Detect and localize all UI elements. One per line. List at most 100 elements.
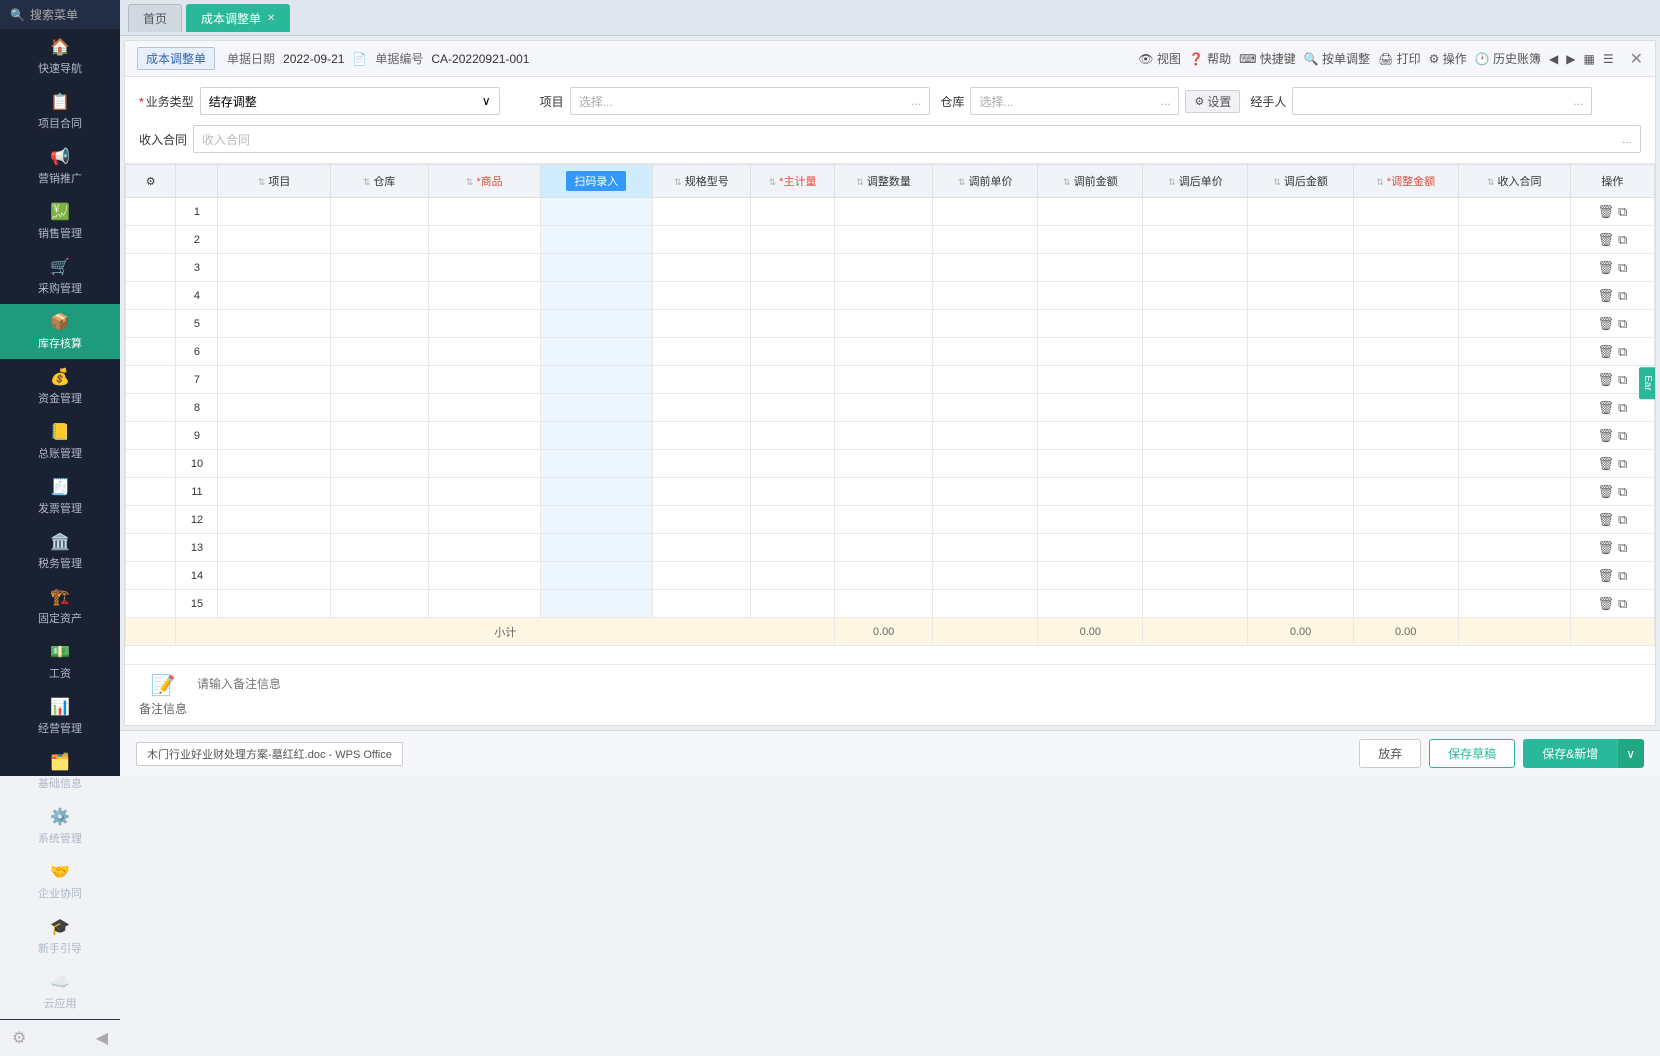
row-income-contract-12[interactable] — [1458, 506, 1570, 534]
action-shortcut[interactable]: ⌨ 快捷键 — [1239, 50, 1296, 67]
row-project-7[interactable] — [218, 366, 330, 394]
row-spec-13[interactable] — [652, 534, 750, 562]
row-after-price-11[interactable] — [1143, 478, 1248, 506]
sidebar-item-quick-nav[interactable]: 🏠 快速导航 — [0, 29, 120, 84]
row-delete-6[interactable]: 🗑 — [1598, 344, 1615, 360]
row-check-8[interactable] — [126, 394, 176, 422]
row-qty-5[interactable] — [835, 310, 933, 338]
row-after-price-12[interactable] — [1143, 506, 1248, 534]
row-income-contract-14[interactable] — [1458, 562, 1570, 590]
save-new-button[interactable]: 保存&新增 — [1523, 739, 1617, 768]
row-copy-5[interactable]: ⧉ — [1618, 316, 1627, 332]
row-product-14[interactable] — [428, 562, 540, 590]
row-before-price-5[interactable] — [933, 310, 1038, 338]
row-project-15[interactable] — [218, 590, 330, 618]
row-after-amount-14[interactable] — [1248, 562, 1353, 590]
row-before-amount-14[interactable] — [1038, 562, 1143, 590]
row-check-14[interactable] — [126, 562, 176, 590]
row-project-9[interactable] — [218, 422, 330, 450]
warehouse-input[interactable]: 选择... ... — [970, 87, 1179, 115]
row-spec-5[interactable] — [652, 310, 750, 338]
taskbar-item[interactable]: 木门行业好业财处理方案-墓红红.doc - WPS Office — [136, 742, 403, 766]
row-copy-13[interactable]: ⧉ — [1618, 540, 1627, 556]
row-qty-10[interactable] — [835, 450, 933, 478]
row-product-4[interactable] — [428, 282, 540, 310]
col-header-qty[interactable]: ⇅ 调整数量 — [835, 165, 933, 198]
window-close-button[interactable]: ✕ — [1630, 49, 1643, 69]
row-warehouse-8[interactable] — [330, 394, 428, 422]
row-before-price-9[interactable] — [933, 422, 1038, 450]
row-delete-10[interactable]: 🗑 — [1598, 456, 1615, 472]
sidebar-item-guide[interactable]: 🎓 新手引导 — [0, 909, 120, 964]
row-before-price-6[interactable] — [933, 338, 1038, 366]
row-copy-12[interactable]: ⧉ — [1618, 512, 1627, 528]
row-scan-15[interactable] — [540, 590, 652, 618]
tab-home[interactable]: 首页 — [128, 4, 182, 32]
row-before-price-11[interactable] — [933, 478, 1038, 506]
row-project-2[interactable] — [218, 226, 330, 254]
income-contract-input[interactable]: 收入合同 ... — [193, 125, 1641, 153]
row-delete-2[interactable]: 🗑 — [1598, 232, 1615, 248]
row-check-1[interactable] — [126, 198, 176, 226]
row-qty-7[interactable] — [835, 366, 933, 394]
row-after-amount-8[interactable] — [1248, 394, 1353, 422]
row-product-5[interactable] — [428, 310, 540, 338]
row-after-amount-15[interactable] — [1248, 590, 1353, 618]
row-scan-5[interactable] — [540, 310, 652, 338]
row-qty-9[interactable] — [835, 422, 933, 450]
row-warehouse-3[interactable] — [330, 254, 428, 282]
row-adjust-amount-10[interactable] — [1353, 450, 1458, 478]
row-before-amount-4[interactable] — [1038, 282, 1143, 310]
row-scan-13[interactable] — [540, 534, 652, 562]
row-unit-1[interactable] — [750, 198, 834, 226]
row-spec-7[interactable] — [652, 366, 750, 394]
row-copy-1[interactable]: ⧉ — [1618, 204, 1627, 220]
row-copy-15[interactable]: ⧉ — [1618, 596, 1627, 612]
sidebar-item-cooperation[interactable]: 🤝 企业协同 — [0, 854, 120, 909]
row-income-contract-11[interactable] — [1458, 478, 1570, 506]
row-unit-13[interactable] — [750, 534, 834, 562]
row-check-12[interactable] — [126, 506, 176, 534]
row-adjust-amount-8[interactable] — [1353, 394, 1458, 422]
row-scan-12[interactable] — [540, 506, 652, 534]
row-before-amount-3[interactable] — [1038, 254, 1143, 282]
business-type-select[interactable]: 结存调整 ∨ — [200, 87, 500, 115]
row-scan-7[interactable] — [540, 366, 652, 394]
col-header-project[interactable]: ⇅ 项目 — [218, 165, 330, 198]
row-adjust-amount-13[interactable] — [1353, 534, 1458, 562]
row-scan-10[interactable] — [540, 450, 652, 478]
row-after-amount-13[interactable] — [1248, 534, 1353, 562]
row-spec-15[interactable] — [652, 590, 750, 618]
sidebar-item-salary[interactable]: 💵 工资 — [0, 634, 120, 689]
row-adjust-amount-7[interactable] — [1353, 366, 1458, 394]
row-scan-8[interactable] — [540, 394, 652, 422]
row-copy-9[interactable]: ⧉ — [1618, 428, 1627, 444]
row-unit-9[interactable] — [750, 422, 834, 450]
action-history[interactable]: 🕐 历史账簿 — [1475, 50, 1541, 67]
sidebar-item-purchase-management[interactable]: 🛒 采购管理 — [0, 249, 120, 304]
row-adjust-amount-4[interactable] — [1353, 282, 1458, 310]
row-qty-1[interactable] — [835, 198, 933, 226]
row-adjust-amount-3[interactable] — [1353, 254, 1458, 282]
col-header-before-amount[interactable]: ⇅ 调前金额 — [1038, 165, 1143, 198]
row-after-amount-4[interactable] — [1248, 282, 1353, 310]
row-product-15[interactable] — [428, 590, 540, 618]
row-after-price-8[interactable] — [1143, 394, 1248, 422]
row-product-8[interactable] — [428, 394, 540, 422]
row-project-11[interactable] — [218, 478, 330, 506]
row-product-2[interactable] — [428, 226, 540, 254]
row-qty-13[interactable] — [835, 534, 933, 562]
action-help[interactable]: ❓ 帮助 — [1189, 50, 1231, 67]
row-spec-8[interactable] — [652, 394, 750, 422]
row-spec-6[interactable] — [652, 338, 750, 366]
row-qty-15[interactable] — [835, 590, 933, 618]
row-adjust-amount-2[interactable] — [1353, 226, 1458, 254]
row-after-amount-5[interactable] — [1248, 310, 1353, 338]
row-check-3[interactable] — [126, 254, 176, 282]
col-header-warehouse[interactable]: ⇅ 仓库 — [330, 165, 428, 198]
row-check-13[interactable] — [126, 534, 176, 562]
row-warehouse-1[interactable] — [330, 198, 428, 226]
col-header-scan[interactable]: 扫码录入 — [540, 165, 652, 198]
row-delete-3[interactable]: 🗑 — [1598, 260, 1615, 276]
notes-input[interactable] — [197, 673, 1641, 691]
